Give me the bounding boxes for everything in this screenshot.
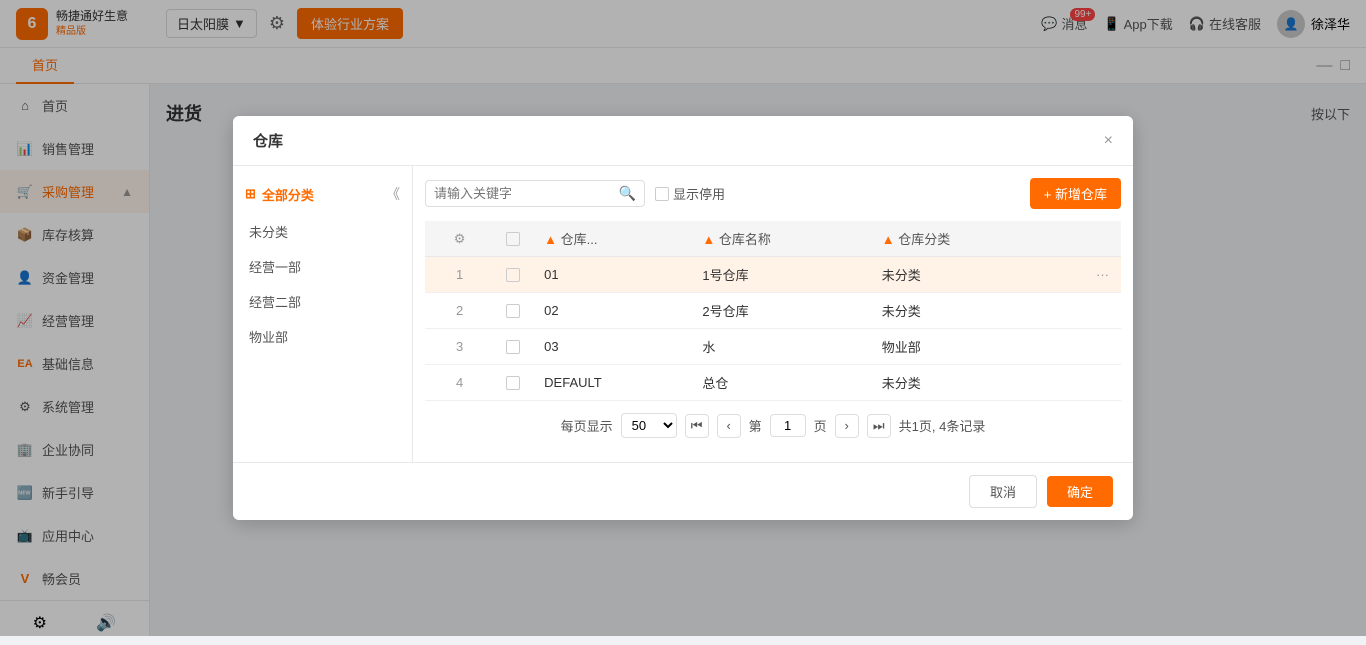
row-checkbox[interactable] [494, 365, 532, 401]
row-name: 2号仓库 [690, 293, 869, 329]
add-warehouse-btn[interactable]: + 新增仓库 [1030, 178, 1121, 209]
dialog-toolbar: 🔍 显示停用 + 新增仓库 [425, 178, 1121, 209]
row-name: 1号仓库 [690, 257, 869, 293]
first-page-btn[interactable]: ⏮ [685, 414, 709, 438]
row-checkbox[interactable] [494, 293, 532, 329]
table-row[interactable]: 4 DEFAULT 总仓 未分类 [425, 365, 1121, 401]
cat-item-dept1[interactable]: 经营一部 [233, 249, 412, 284]
page-size-label: 每页显示 [561, 416, 613, 435]
col-category[interactable]: ▲ 仓库分类 [870, 221, 1049, 257]
cancel-btn[interactable]: 取消 [969, 475, 1037, 508]
row-select-checkbox[interactable] [506, 268, 520, 282]
row-checkbox[interactable] [494, 329, 532, 365]
search-icon[interactable]: 🔍 [619, 185, 636, 202]
row-name: 总仓 [690, 365, 869, 401]
table-row[interactable]: 3 03 水 物业部 [425, 329, 1121, 365]
all-categories-btn[interactable]: ⊞ 全部分类 [245, 185, 314, 204]
row-actions[interactable] [1049, 293, 1121, 329]
col-code[interactable]: ▲ 仓库... [532, 221, 690, 257]
confirm-btn[interactable]: 确定 [1047, 476, 1113, 507]
row-category: 未分类 [870, 293, 1049, 329]
col-name[interactable]: ▲ 仓库名称 [690, 221, 869, 257]
dialog-header: 仓库 × [233, 116, 1133, 166]
prev-page-btn[interactable]: ‹ [717, 414, 741, 438]
row-code: 03 [532, 329, 690, 365]
row-name: 水 [690, 329, 869, 365]
col-actions [1049, 221, 1121, 257]
row-select-checkbox[interactable] [506, 340, 520, 354]
row-gear[interactable]: 3 [425, 329, 494, 365]
row-gear[interactable]: 1 [425, 257, 494, 293]
row-code: 01 [532, 257, 690, 293]
col-gear[interactable]: ⚙ [425, 221, 494, 257]
category-panel: ⊞ 全部分类 《 未分类 经营一部 经营二部 物业部 [233, 166, 413, 462]
dialog-title: 仓库 [253, 130, 283, 151]
row-category: 未分类 [870, 257, 1049, 293]
row-select-checkbox[interactable] [506, 304, 520, 318]
col-checkbox [494, 221, 532, 257]
last-page-btn[interactable]: ⏭ [867, 414, 891, 438]
row-select-checkbox[interactable] [506, 376, 520, 390]
select-all-checkbox[interactable] [506, 232, 520, 246]
warehouse-table-wrap: ⚙ ▲ 仓库... ▲ [425, 221, 1121, 401]
warehouse-table: ⚙ ▲ 仓库... ▲ [425, 221, 1121, 401]
cat-item-property[interactable]: 物业部 [233, 319, 412, 354]
table-head: ⚙ ▲ 仓库... ▲ [425, 221, 1121, 257]
row-gear[interactable]: 2 [425, 293, 494, 329]
show-disabled-label[interactable]: 显示停用 [655, 184, 725, 203]
show-disabled-checkbox[interactable] [655, 187, 669, 201]
total-info: 共1页, 4条记录 [899, 416, 986, 435]
search-box: 🔍 [425, 180, 645, 207]
page-size-select[interactable]: 50 10 20 100 [621, 413, 677, 438]
warehouse-dialog: 仓库 × ⊞ 全部分类 《 未分类 经营一部 [233, 116, 1133, 520]
row-category: 未分类 [870, 365, 1049, 401]
right-panel: 🔍 显示停用 + 新增仓库 ⚙ [413, 166, 1133, 462]
table-row[interactable]: 2 02 2号仓库 未分类 [425, 293, 1121, 329]
page-number-input[interactable] [770, 414, 806, 437]
row-gear[interactable]: 4 [425, 365, 494, 401]
row-checkbox[interactable] [494, 257, 532, 293]
table-body: 1 01 1号仓库 未分类 ··· 2 [425, 257, 1121, 401]
dialog-body: ⊞ 全部分类 《 未分类 经营一部 经营二部 物业部 [233, 166, 1133, 462]
dialog-overlay: 仓库 × ⊞ 全部分类 《 未分类 经营一部 [0, 0, 1366, 636]
page-label: 第 [749, 416, 762, 435]
row-actions[interactable]: ··· [1049, 257, 1121, 293]
category-header: ⊞ 全部分类 《 [233, 178, 412, 214]
row-actions[interactable] [1049, 329, 1121, 365]
row-code: DEFAULT [532, 365, 690, 401]
table-header-row: ⚙ ▲ 仓库... ▲ [425, 221, 1121, 257]
next-page-btn[interactable]: › [835, 414, 859, 438]
cat-item-dept2[interactable]: 经营二部 [233, 284, 412, 319]
row-code: 02 [532, 293, 690, 329]
table-row[interactable]: 1 01 1号仓库 未分类 ··· [425, 257, 1121, 293]
row-category: 物业部 [870, 329, 1049, 365]
search-input[interactable] [434, 186, 619, 201]
dialog-footer: 取消 确定 [233, 462, 1133, 520]
page-unit: 页 [814, 416, 827, 435]
row-actions[interactable] [1049, 365, 1121, 401]
cat-item-unclassified[interactable]: 未分类 [233, 214, 412, 249]
dialog-close-btn[interactable]: × [1104, 132, 1113, 150]
cat-collapse-btn[interactable]: 《 [386, 184, 400, 204]
pagination: 每页显示 50 10 20 100 ⏮ ‹ 第 页 › ⏭ 共1页, 4条记录 [425, 401, 1121, 450]
